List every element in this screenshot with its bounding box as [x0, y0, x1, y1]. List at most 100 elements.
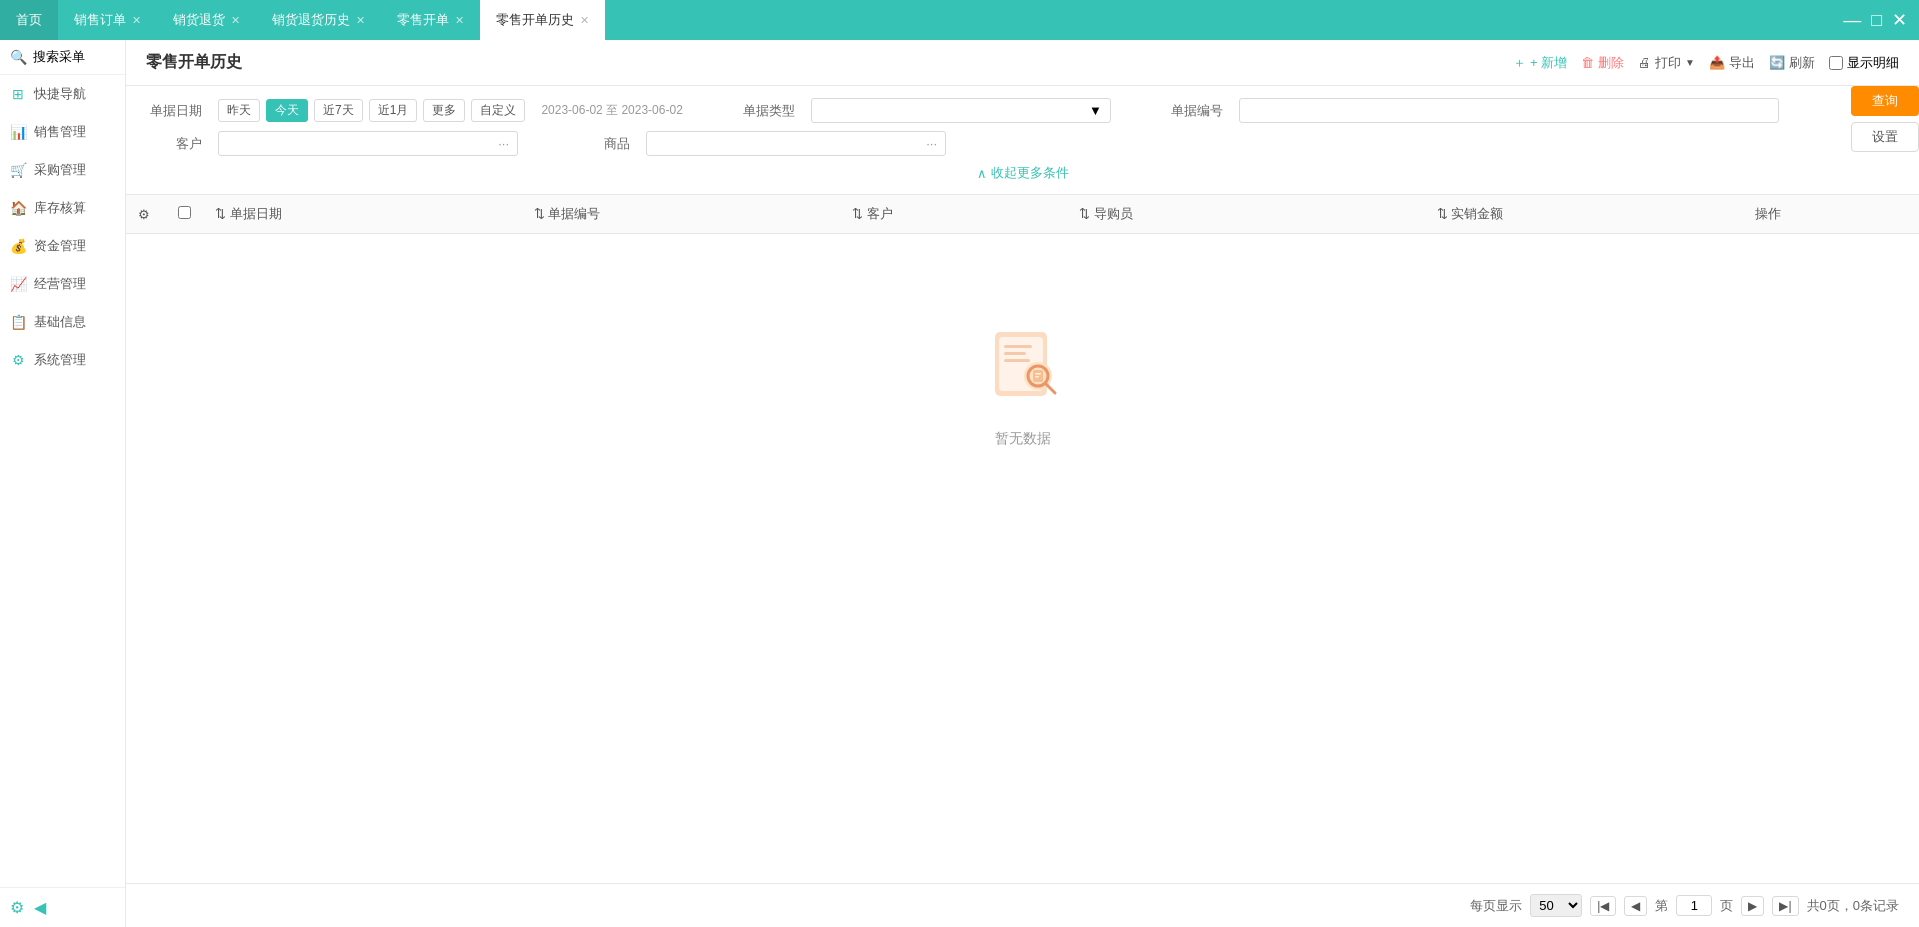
th-date: ⇅ 单据日期	[203, 195, 522, 234]
sidebar-item-inventory[interactable]: 🏠库存核算	[0, 189, 125, 227]
tab-label-retail-open: 零售开单	[397, 11, 449, 29]
sidebar-bottom: ⚙ ◀	[0, 887, 125, 927]
tab-sales-return-history[interactable]: 销货退货历史✕	[256, 0, 381, 40]
quick-nav-icon: ⊞	[10, 86, 26, 102]
th-customer: ⇅ 客户	[840, 195, 1067, 234]
tab-sales-return[interactable]: 销货退货 ✕	[157, 0, 256, 40]
tab-close-retail-open[interactable]: ✕	[455, 14, 464, 27]
tab-retail-open[interactable]: 零售开单 ✕	[381, 0, 480, 40]
page-title: 零售开单历史	[146, 52, 242, 73]
tab-close-retail-history[interactable]: ✕	[580, 14, 589, 27]
base-info-icon: 📋	[10, 314, 26, 330]
collapse-up-icon: ∧	[977, 166, 987, 181]
tab-bar: 首页销售订单✕销货退货✕销货退货历史✕零售开单✕零售开单历史✕	[0, 0, 1831, 40]
page-input[interactable]	[1676, 895, 1712, 916]
gear-icon[interactable]: ⚙	[138, 207, 150, 222]
print-button[interactable]: 🖨 打印 ▼	[1638, 54, 1695, 72]
th-date-label: ⇅ 单据日期	[215, 206, 282, 221]
settings-icon[interactable]: ⚙	[10, 898, 24, 917]
page-label: 页	[1720, 897, 1733, 915]
tab-home[interactable]: 首页	[0, 0, 58, 40]
date-btn-more[interactable]: 更多	[423, 99, 465, 122]
sidebar-item-label-operations: 经营管理	[34, 275, 86, 293]
sidebar-item-operations[interactable]: 📈经营管理	[0, 265, 125, 303]
tab-sales-order[interactable]: 销售订单 ✕	[58, 0, 157, 40]
delete-button[interactable]: 🗑 删除	[1581, 54, 1624, 72]
customer-input[interactable]: ···	[218, 131, 518, 156]
tab-label-sales-return: 销货退货	[173, 11, 225, 29]
sidebar-item-base-info[interactable]: 📋 基础信息	[0, 303, 125, 341]
sales-mgmt-icon: 📊	[10, 124, 26, 140]
last-page-btn[interactable]: ▶|	[1772, 896, 1798, 916]
window-controls: — □ ✕	[1831, 9, 1919, 31]
per-page-select[interactable]: 50 100 200	[1530, 894, 1582, 917]
date-range-display: 2023-06-02 至 2023-06-02	[541, 102, 682, 119]
type-select[interactable]: ▼	[811, 98, 1111, 123]
sidebar-item-label-purchase-mgmt: 采购管理	[34, 161, 86, 179]
table-header-row: ⚙ ⇅ 单据日期 ⇅ 单据编号 ⇅ 客户	[126, 195, 1919, 234]
refresh-button[interactable]: 🔄 刷新	[1769, 54, 1815, 72]
collapse-button[interactable]: ∧ 收起更多条件	[977, 164, 1069, 182]
toolbar: ＋ + 新增 🗑 删除 🖨 打印 ▼ 📤 导出 🔄	[1513, 54, 1899, 72]
window-max-icon[interactable]: □	[1871, 10, 1882, 31]
sidebar-item-system[interactable]: ⚙系统管理	[0, 341, 125, 379]
display-col-checkbox[interactable]	[1829, 56, 1843, 70]
sidebar-item-label-finance: 资金管理	[34, 237, 86, 255]
tab-label-sales-order: 销售订单	[74, 11, 126, 29]
display-col-toggle[interactable]: 显示明细	[1829, 54, 1899, 72]
display-col-label: 显示明细	[1847, 54, 1899, 72]
prev-page-btn[interactable]: ◀	[1624, 896, 1647, 916]
sidebar-item-label-inventory: 库存核算	[34, 199, 86, 217]
th-amount: ⇅ 实销金额	[1425, 195, 1744, 234]
sidebar-item-label-base-info: 基础信息	[34, 313, 86, 331]
date-btn-7days[interactable]: 近7天	[314, 99, 363, 122]
date-buttons: 昨天 今天 近7天 近1月 更多 自定义	[218, 99, 525, 122]
page-word: 第	[1655, 897, 1668, 915]
th-action-label: 操作	[1755, 206, 1781, 221]
sidebar-items: ⊞ 快捷导航 📊销售管理🛒采购管理🏠库存核算 💰 资金管理 📈经营管理 📋 基础信息 ⚙系统管理	[0, 75, 125, 379]
system-icon: ⚙	[10, 352, 26, 368]
select-all-checkbox[interactable]	[178, 206, 191, 219]
first-page-btn[interactable]: |◀	[1590, 896, 1616, 916]
tab-close-sales-return[interactable]: ✕	[231, 14, 240, 27]
tab-close-sales-return-history[interactable]: ✕	[356, 14, 365, 27]
collapse-icon[interactable]: ◀	[34, 898, 46, 917]
print-label: 打印	[1655, 54, 1681, 72]
pagination: 每页显示 50 100 200 |◀ ◀ 第 页 ▶ ▶| 共0页，0条记录	[126, 883, 1919, 927]
sidebar-search[interactable]: 🔍 搜索采单	[0, 40, 125, 75]
window-close-icon[interactable]: ✕	[1892, 9, 1907, 31]
product-input[interactable]: ···	[646, 131, 946, 156]
add-label: + 新增	[1530, 54, 1567, 72]
th-number-label: ⇅ 单据编号	[534, 206, 601, 221]
add-button[interactable]: ＋ + 新增	[1513, 54, 1567, 72]
sidebar-item-sales-mgmt[interactable]: 📊销售管理	[0, 113, 125, 151]
main-layout: 🔍 搜索采单 ⊞ 快捷导航 📊销售管理🛒采购管理🏠库存核算 💰 资金管理 📈经营管理 📋 基础…	[0, 40, 1919, 927]
next-page-btn[interactable]: ▶	[1741, 896, 1764, 916]
svg-rect-3	[1004, 352, 1026, 355]
window-min-icon[interactable]: —	[1843, 10, 1861, 31]
export-button[interactable]: 📤 导出	[1709, 54, 1755, 72]
date-btn-yesterday[interactable]: 昨天	[218, 99, 260, 122]
date-btn-today[interactable]: 今天	[266, 99, 308, 122]
th-amount-label: ⇅ 实销金额	[1437, 206, 1504, 221]
page-header: 零售开单历史 ＋ + 新增 🗑 删除 🖨 打印 ▼ 📤 导出	[126, 40, 1919, 86]
tab-close-sales-order[interactable]: ✕	[132, 14, 141, 27]
sidebar-item-finance[interactable]: 💰 资金管理	[0, 227, 125, 265]
tab-retail-history[interactable]: 零售开单历史✕	[480, 0, 605, 40]
svg-line-7	[1046, 384, 1055, 393]
empty-state: 暂无数据	[126, 234, 1919, 528]
th-guide-label: ⇅ 导购员	[1079, 206, 1133, 221]
customer-label: 客户	[146, 135, 202, 153]
query-button[interactable]: 查询	[1851, 86, 1919, 116]
sidebar-search-label: 搜索采单	[33, 48, 85, 66]
finance-icon: 💰	[10, 238, 26, 254]
sidebar-item-label-quick-nav: 快捷导航	[34, 85, 86, 103]
settings-button[interactable]: 设置	[1851, 122, 1919, 152]
sidebar-item-purchase-mgmt[interactable]: 🛒采购管理	[0, 151, 125, 189]
date-btn-custom[interactable]: 自定义	[471, 99, 525, 122]
date-btn-1month[interactable]: 近1月	[369, 99, 418, 122]
number-input[interactable]	[1239, 98, 1779, 123]
sidebar-item-quick-nav[interactable]: ⊞ 快捷导航	[0, 75, 125, 113]
svg-rect-2	[1004, 345, 1032, 348]
table-area: ⚙ ⇅ 单据日期 ⇅ 单据编号 ⇅ 客户	[126, 195, 1919, 883]
